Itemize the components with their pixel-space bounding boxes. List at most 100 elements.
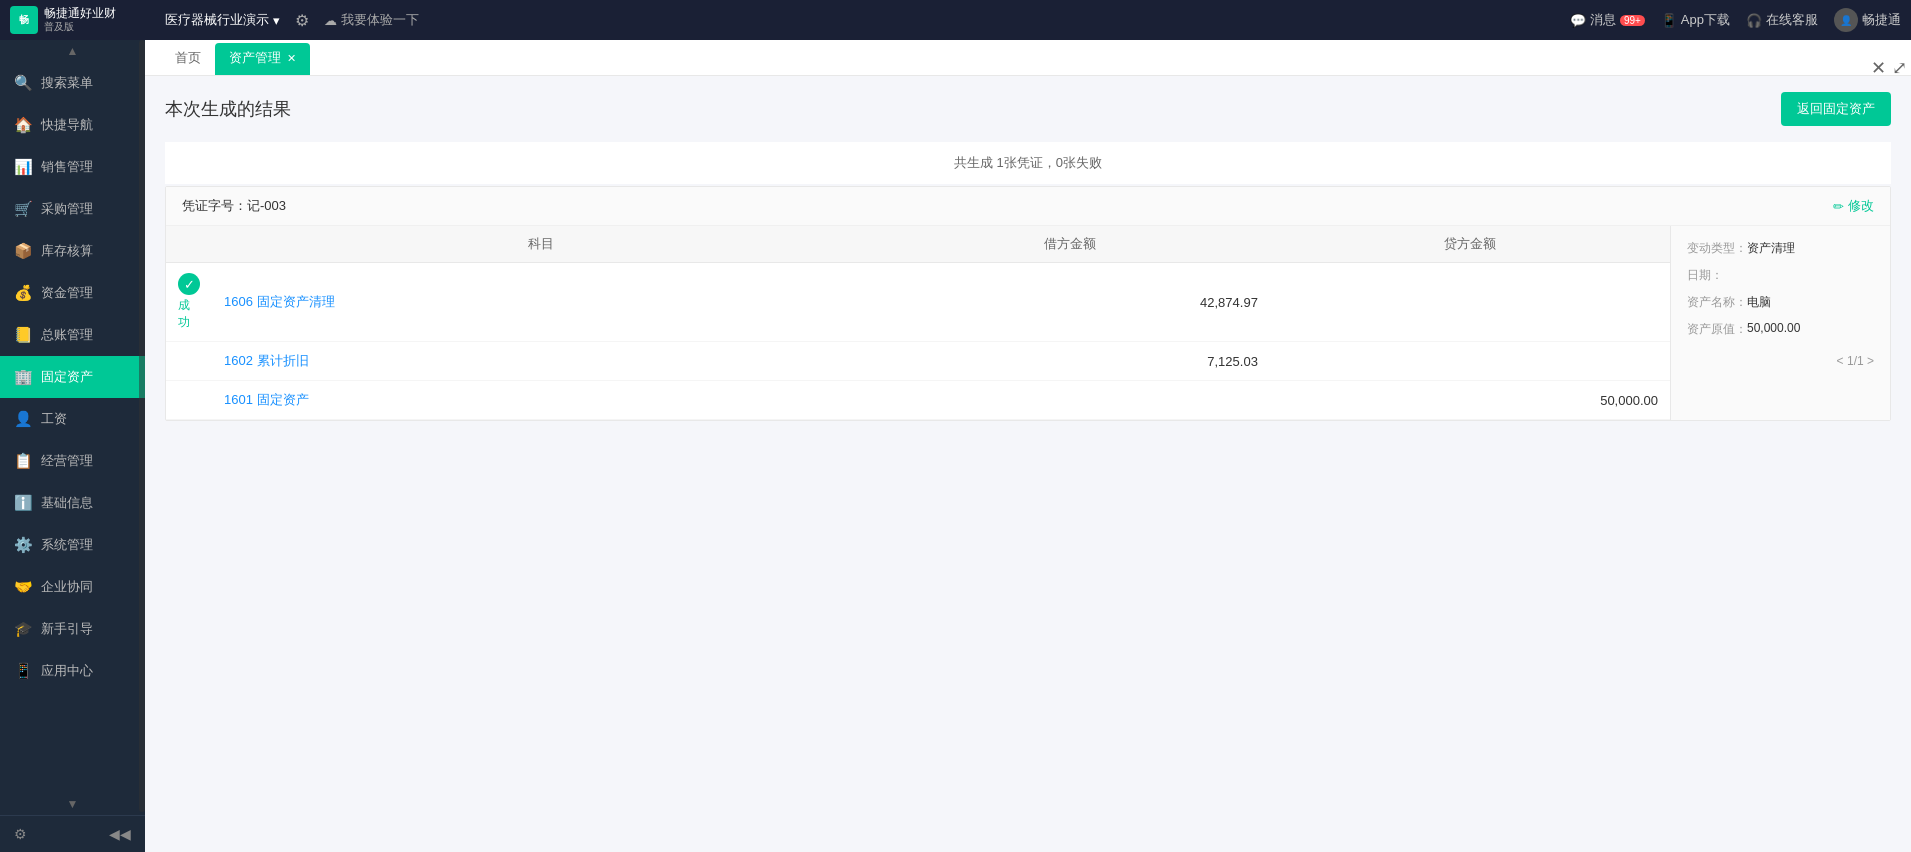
sidebar-item-finance[interactable]: 💰 资金管理 — [0, 272, 145, 314]
sidebar-item-base-info[interactable]: ℹ️ 基础信息 — [0, 482, 145, 524]
voucher-container: 凭证字号：记-003 ✏ 修改 科目 — [165, 186, 1891, 421]
row-status-cell-3 — [166, 381, 212, 420]
header-center: 医疗器械行业演示 ▾ ⚙ ☁ 我要体验一下 — [155, 6, 1570, 34]
sidebar-item-ledger[interactable]: 📒 总账管理 — [0, 314, 145, 356]
app-logo-icon: 畅 — [10, 6, 38, 34]
avatar: 👤 — [1834, 8, 1858, 32]
sidebar-item-sales[interactable]: 📊 销售管理 — [0, 146, 145, 188]
subject-cell-2: 1602 累计折旧 — [212, 342, 870, 381]
scroll-up-arrow[interactable]: ▲ — [67, 44, 79, 58]
voucher-table-area: 科目 借方金额 贷方金额 ✓ 成 — [166, 226, 1670, 420]
sales-icon: 📊 — [14, 158, 33, 176]
sidebar-item-app-center[interactable]: 📱 应用中心 — [0, 650, 145, 692]
page-indicator: 1/1 — [1847, 354, 1867, 368]
sidebar-item-system[interactable]: ⚙️ 系统管理 — [0, 524, 145, 566]
finance-icon: 💰 — [14, 284, 33, 302]
page-content: 本次生成的结果 返回固定资产 共生成 1张凭证，0张失败 凭证字号：记-003 … — [145, 76, 1911, 852]
tab-home[interactable]: 首页 — [161, 43, 215, 75]
sidebar-item-fixed-assets[interactable]: 🏢 固定资产 — [0, 356, 145, 398]
original-value-row: 资产原值： 50,000.00 — [1687, 321, 1874, 338]
right-panel: 变动类型： 资产清理 日期： 资产名称： 电脑 资产原值： — [1670, 226, 1890, 420]
return-fixed-assets-button[interactable]: 返回固定资产 — [1781, 92, 1891, 126]
success-icon: ✓ — [178, 273, 200, 295]
header-right: 💬 消息 99+ 📱 App下载 🎧 在线客服 👤 畅捷通 — [1570, 8, 1901, 32]
credit-cell-2 — [1270, 342, 1670, 381]
voucher-table: 科目 借方金额 贷方金额 ✓ 成 — [166, 226, 1670, 420]
summary-bar: 共生成 1张凭证，0张失败 — [165, 142, 1891, 184]
company-selector[interactable]: 医疗器械行业演示 ▾ — [165, 11, 280, 29]
col-debit: 借方金额 — [870, 226, 1270, 263]
sidebar-item-enterprise[interactable]: 🤝 企业协同 — [0, 566, 145, 608]
settings-icon[interactable]: ⚙ — [14, 826, 27, 842]
col-status — [166, 226, 212, 263]
page-title: 本次生成的结果 — [165, 97, 291, 121]
original-value-value: 50,000.00 — [1747, 321, 1800, 338]
edit-icon: ✏ — [1833, 199, 1844, 214]
voucher-number: 凭证字号：记-003 — [182, 197, 286, 215]
experience-button[interactable]: ☁ 我要体验一下 — [324, 11, 419, 29]
sidebar-item-payroll[interactable]: 👤 工资 — [0, 398, 145, 440]
message-button[interactable]: 💬 消息 99+ — [1570, 11, 1645, 29]
app-version: 普及版 — [44, 20, 116, 34]
purchase-icon: 🛒 — [14, 200, 33, 218]
enterprise-icon: 🤝 — [14, 578, 33, 596]
credit-cell-1 — [1270, 263, 1670, 342]
operation-icon: 📋 — [14, 452, 33, 470]
sidebar-item-search[interactable]: 🔍 搜索菜单 — [0, 62, 145, 104]
sidebar-item-guide[interactable]: 🎓 新手引导 — [0, 608, 145, 650]
debit-cell-2: 7,125.03 — [870, 342, 1270, 381]
asset-name-label: 资产名称： — [1687, 294, 1747, 311]
voucher-header: 凭证字号：记-003 ✏ 修改 — [166, 187, 1890, 226]
credit-cell-3: 50,000.00 — [1270, 381, 1670, 420]
original-value-label: 资产原值： — [1687, 321, 1747, 338]
sidebar-scroll: 🔍 搜索菜单 🏠 快捷导航 📊 销售管理 🛒 采购管理 📦 库存核算 💰 — [0, 62, 145, 793]
payroll-icon: 👤 — [14, 410, 33, 428]
subject-cell-1: 1606 固定资产清理 — [212, 263, 870, 342]
close-panel-button[interactable]: ✕ — [1871, 57, 1886, 79]
success-label: 成功 — [178, 297, 200, 331]
cloud-icon: ☁ — [324, 13, 337, 28]
message-icon: 💬 — [1570, 13, 1586, 28]
guide-icon: 🎓 — [14, 620, 33, 638]
table-row: 1602 累计折旧 7,125.03 — [166, 342, 1670, 381]
search-icon: 🔍 — [14, 74, 33, 92]
sidebar-item-inventory[interactable]: 📦 库存核算 — [0, 230, 145, 272]
row-status-cell: ✓ 成功 — [166, 263, 212, 342]
change-type-label: 变动类型： — [1687, 240, 1747, 257]
table-row: ✓ 成功 1606 固定资产清理 42,874.97 — [166, 263, 1670, 342]
asset-name-value: 电脑 — [1747, 294, 1771, 311]
logo-area: 畅 畅捷通好业财 普及版 — [10, 6, 155, 34]
summary-text: 共生成 1张凭证，0张失败 — [954, 155, 1102, 170]
col-credit: 贷方金额 — [1270, 226, 1670, 263]
tab-close-button[interactable]: ✕ — [287, 52, 296, 65]
online-service-button[interactable]: 🎧 在线客服 — [1746, 11, 1818, 29]
home-icon: 🏠 — [14, 116, 33, 134]
content-area: 首页 资产管理 ✕ 本次生成的结果 返回固定资产 共生成 1张凭证，0张失败 — [145, 40, 1911, 852]
scroll-down-arrow[interactable]: ▼ — [67, 797, 79, 811]
message-badge: 99+ — [1620, 15, 1645, 26]
inventory-icon: 📦 — [14, 242, 33, 260]
asset-name-row: 资产名称： 电脑 — [1687, 294, 1874, 311]
expand-panel-button[interactable]: ⤢ — [1892, 57, 1907, 79]
edit-voucher-button[interactable]: ✏ 修改 — [1833, 197, 1874, 215]
col-subject: 科目 — [212, 226, 870, 263]
tab-asset-mgmt[interactable]: 资产管理 ✕ — [215, 43, 310, 75]
sidebar-bottom: ⚙ ◀◀ — [0, 815, 145, 852]
company-name: 医疗器械行业演示 — [165, 11, 269, 29]
user-area[interactable]: 👤 畅捷通 — [1834, 8, 1901, 32]
prev-page-button[interactable]: < — [1837, 354, 1844, 368]
collapse-sidebar-button[interactable]: ◀◀ — [109, 826, 131, 842]
info-icon: ℹ️ — [14, 494, 33, 512]
phone-icon: 📱 — [1661, 13, 1677, 28]
gear-button[interactable]: ⚙ — [288, 6, 316, 34]
app-download-button[interactable]: 📱 App下载 — [1661, 11, 1730, 29]
main-layout: ▲ 🔍 搜索菜单 🏠 快捷导航 📊 销售管理 🛒 采购管理 📦 库存核算 — [0, 40, 1911, 852]
next-page-button[interactable]: > — [1867, 354, 1874, 368]
sidebar-item-operation[interactable]: 📋 经营管理 — [0, 440, 145, 482]
date-row: 日期： — [1687, 267, 1874, 284]
change-type-value: 资产清理 — [1747, 240, 1795, 257]
sidebar-item-quick-nav[interactable]: 🏠 快捷导航 — [0, 104, 145, 146]
headset-icon: 🎧 — [1746, 13, 1762, 28]
sidebar-item-purchase[interactable]: 🛒 采购管理 — [0, 188, 145, 230]
subject-cell-3: 1601 固定资产 — [212, 381, 870, 420]
